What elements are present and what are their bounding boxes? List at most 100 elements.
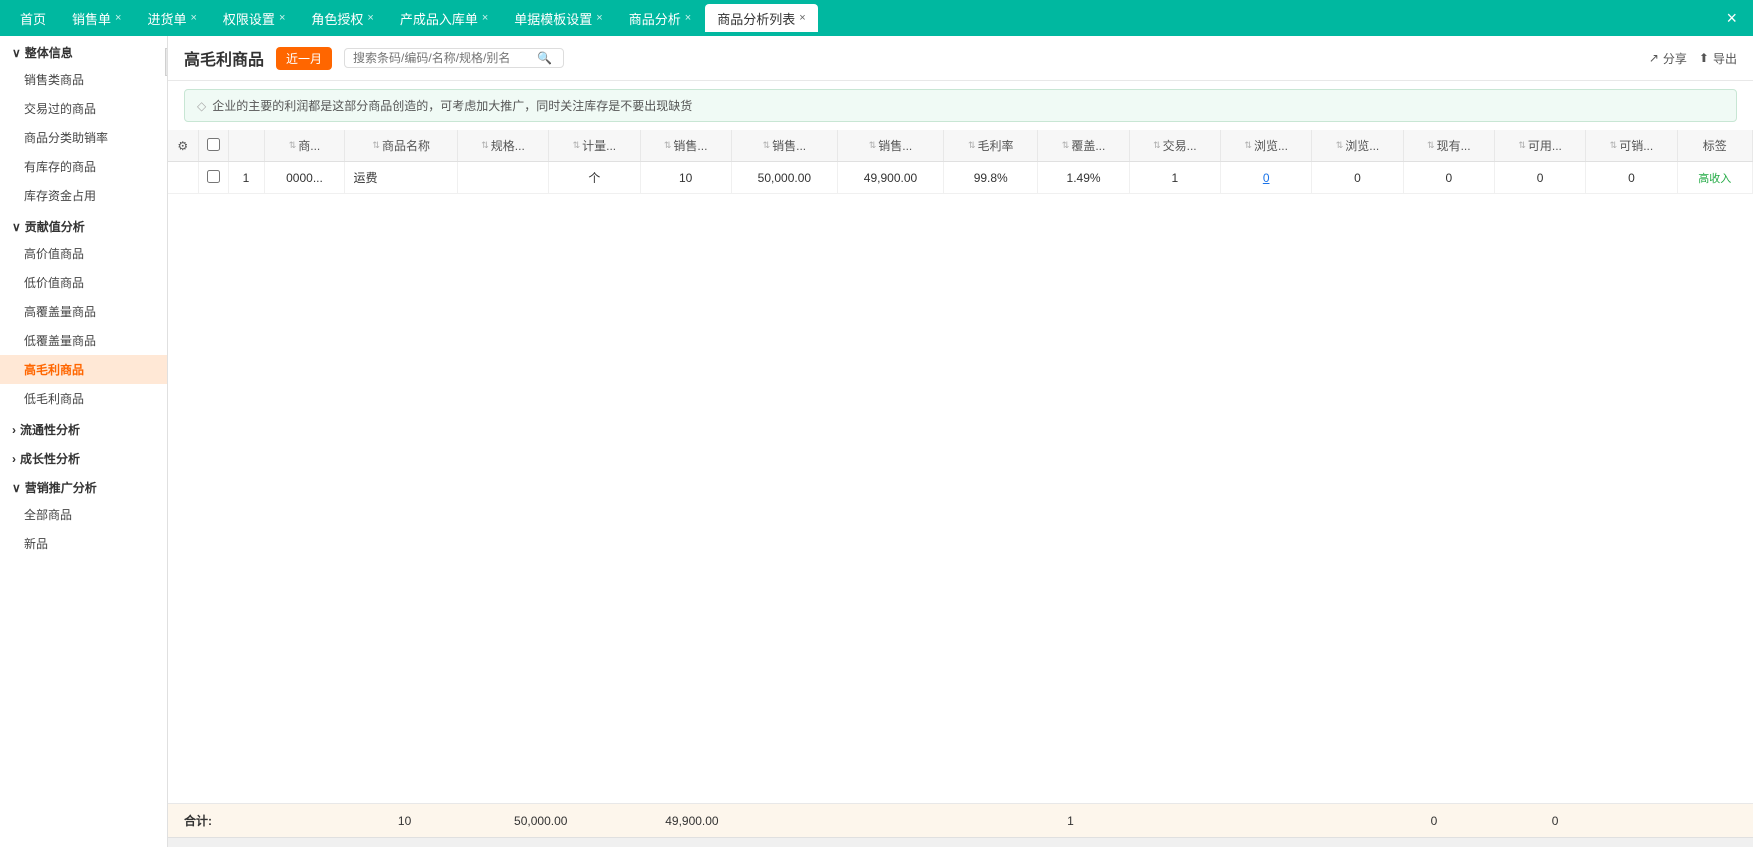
column-header[interactable]: ⇅销售... bbox=[640, 130, 731, 162]
row-checkbox[interactable] bbox=[198, 162, 228, 194]
info-icon: ◇ bbox=[197, 99, 206, 113]
section-arrow-icon: › bbox=[12, 423, 16, 437]
sidebar-item[interactable]: 销售类商品 bbox=[0, 65, 167, 94]
column-header[interactable]: ⇅毛利率 bbox=[944, 130, 1038, 162]
top-navigation: 首页销售单 ×进货单 ×权限设置 ×角色授权 ×产成品入库单 ×单据模板设置 ×… bbox=[0, 0, 1753, 36]
column-header[interactable]: ⇅可用... bbox=[1494, 130, 1585, 162]
select-all-checkbox[interactable] bbox=[207, 138, 220, 151]
search-box: 🔍 bbox=[344, 48, 564, 68]
tab-close-icon[interactable]: × bbox=[596, 12, 602, 24]
row-transactions: 1 bbox=[1129, 162, 1220, 194]
sort-icon: ⇅ bbox=[1244, 140, 1252, 151]
section-label: 流通性分析 bbox=[20, 421, 80, 438]
sort-icon: ⇅ bbox=[481, 140, 489, 151]
column-header[interactable]: ⇅商... bbox=[264, 130, 345, 162]
sidebar-section-header[interactable]: ›成长性分析 bbox=[0, 442, 167, 471]
column-header[interactable]: ⇅规格... bbox=[457, 130, 548, 162]
sidebar-item[interactable]: 全部商品 bbox=[0, 500, 167, 529]
sidebar-collapse-button[interactable]: « bbox=[165, 48, 168, 76]
settings-icon[interactable]: ⚙ bbox=[177, 139, 188, 153]
column-header[interactable]: ⇅交易... bbox=[1129, 130, 1220, 162]
tab-close-icon[interactable]: × bbox=[685, 12, 691, 24]
tab-close-icon[interactable]: × bbox=[367, 12, 373, 24]
row-available: 0 bbox=[1494, 162, 1585, 194]
column-label: 标签 bbox=[1703, 139, 1727, 153]
column-header-settings[interactable]: ⚙ bbox=[168, 130, 198, 162]
row-sales1: 10 bbox=[640, 162, 731, 194]
sort-icon: ⇅ bbox=[664, 140, 672, 151]
footer-spacer2 bbox=[919, 814, 979, 828]
footer-spacer1 bbox=[798, 814, 858, 828]
sort-icon: ⇅ bbox=[1610, 140, 1618, 151]
footer-current: 0 bbox=[1404, 814, 1464, 828]
sidebar-item[interactable]: 交易过的商品 bbox=[0, 94, 167, 123]
row-current: 0 bbox=[1403, 162, 1494, 194]
column-header[interactable]: ⇅销售... bbox=[731, 130, 837, 162]
nav-tab[interactable]: 进货单 × bbox=[135, 4, 208, 32]
nav-tab[interactable]: 角色授权 × bbox=[299, 4, 385, 32]
sidebar-item[interactable]: 有库存的商品 bbox=[0, 152, 167, 181]
footer-available: 0 bbox=[1525, 814, 1585, 828]
nav-tab[interactable]: 销售单 × bbox=[60, 4, 133, 32]
sidebar-section-header[interactable]: › 流通性分析 bbox=[0, 413, 167, 442]
column-header[interactable]: ⇅销售... bbox=[837, 130, 943, 162]
sort-icon: ⇅ bbox=[1518, 140, 1526, 151]
search-input[interactable] bbox=[353, 51, 533, 65]
section-label: 营销推广分析 bbox=[25, 479, 97, 496]
column-header[interactable]: ⇅现有... bbox=[1403, 130, 1494, 162]
tab-close-icon[interactable]: × bbox=[190, 12, 196, 24]
content-header: 高毛利商品 近一月 🔍 ↗ 分享 ⬆ 导出 bbox=[168, 36, 1753, 81]
sidebar-item[interactable]: 新品 bbox=[0, 529, 167, 558]
sidebar-section-header[interactable]: ∨贡献值分析 bbox=[0, 210, 167, 239]
section-label: 成长性分析 bbox=[20, 450, 80, 467]
nav-tab[interactable]: 单据模板设置 × bbox=[502, 4, 614, 32]
table-container: ⚙⇅商...⇅商品名称⇅规格...⇅计量...⇅销售...⇅销售...⇅销售..… bbox=[168, 130, 1753, 803]
column-header[interactable]: ⇅覆盖... bbox=[1038, 130, 1129, 162]
nav-tab[interactable]: 商品分析 × bbox=[617, 4, 703, 32]
column-header: 标签 bbox=[1677, 130, 1752, 162]
row-browse2: 0 bbox=[1312, 162, 1403, 194]
sort-icon: ⇅ bbox=[573, 140, 581, 151]
page-title: 高毛利商品 bbox=[184, 46, 264, 70]
sidebar-item[interactable]: 高价值商品 bbox=[0, 239, 167, 268]
column-header[interactable]: ⇅计量... bbox=[549, 130, 640, 162]
share-button[interactable]: ↗ 分享 bbox=[1649, 50, 1687, 67]
column-header[interactable]: ⇅浏览... bbox=[1221, 130, 1312, 162]
sidebar-section-header[interactable]: ∨整体信息 bbox=[0, 36, 167, 65]
row-gross-rate: 99.8% bbox=[944, 162, 1038, 194]
nav-tab[interactable]: 首页 bbox=[8, 4, 58, 32]
sidebar-item[interactable]: 高毛利商品 bbox=[0, 355, 167, 384]
close-window-button[interactable]: × bbox=[1718, 8, 1745, 29]
nav-tab[interactable]: 权限设置 × bbox=[211, 4, 297, 32]
sidebar-item[interactable]: 库存资金占用 bbox=[0, 181, 167, 210]
row-name: 运费 bbox=[345, 162, 457, 194]
nav-tab[interactable]: 产成品入库单 × bbox=[388, 4, 500, 32]
tab-close-icon[interactable]: × bbox=[482, 12, 488, 24]
nav-tab[interactable]: 商品分析列表 × bbox=[705, 4, 817, 32]
sidebar-item[interactable]: 商品分类助销率 bbox=[0, 123, 167, 152]
search-icon[interactable]: 🔍 bbox=[537, 51, 552, 65]
row-spec bbox=[457, 162, 548, 194]
column-header[interactable]: ⇅商品名称 bbox=[345, 130, 457, 162]
tab-close-icon[interactable]: × bbox=[279, 12, 285, 24]
column-header[interactable]: ⇅可销... bbox=[1586, 130, 1677, 162]
filter-recent-month-button[interactable]: 近一月 bbox=[276, 47, 332, 70]
tab-close-icon[interactable]: × bbox=[115, 12, 121, 24]
sidebar-item[interactable]: 低覆盖量商品 bbox=[0, 326, 167, 355]
sidebar-item[interactable]: 高覆盖量商品 bbox=[0, 297, 167, 326]
export-button[interactable]: ⬆ 导出 bbox=[1699, 50, 1737, 67]
column-header-checkbox[interactable] bbox=[198, 130, 228, 162]
sidebar-section-header[interactable]: ∨营销推广分析 bbox=[0, 471, 167, 500]
sidebar-item[interactable]: 低毛利商品 bbox=[0, 384, 167, 413]
sidebar-item[interactable]: 低价值商品 bbox=[0, 268, 167, 297]
column-header[interactable]: ⇅浏览... bbox=[1312, 130, 1403, 162]
content-area: 高毛利商品 近一月 🔍 ↗ 分享 ⬆ 导出 ◇ 企业的主要的利润都是这部分商品创… bbox=[168, 36, 1753, 847]
tab-close-icon[interactable]: × bbox=[799, 12, 805, 24]
footer-spacer3 bbox=[1162, 814, 1222, 828]
row-browse1[interactable]: 0 bbox=[1221, 162, 1312, 194]
sort-icon: ⇅ bbox=[1427, 140, 1435, 151]
footer-transactions: 1 bbox=[1040, 814, 1100, 828]
row-tag: 高收入 bbox=[1677, 162, 1752, 194]
horizontal-scrollbar[interactable] bbox=[168, 837, 1753, 847]
table-row: 10000...运费个1050,000.0049,900.0099.8%1.49… bbox=[168, 162, 1753, 194]
